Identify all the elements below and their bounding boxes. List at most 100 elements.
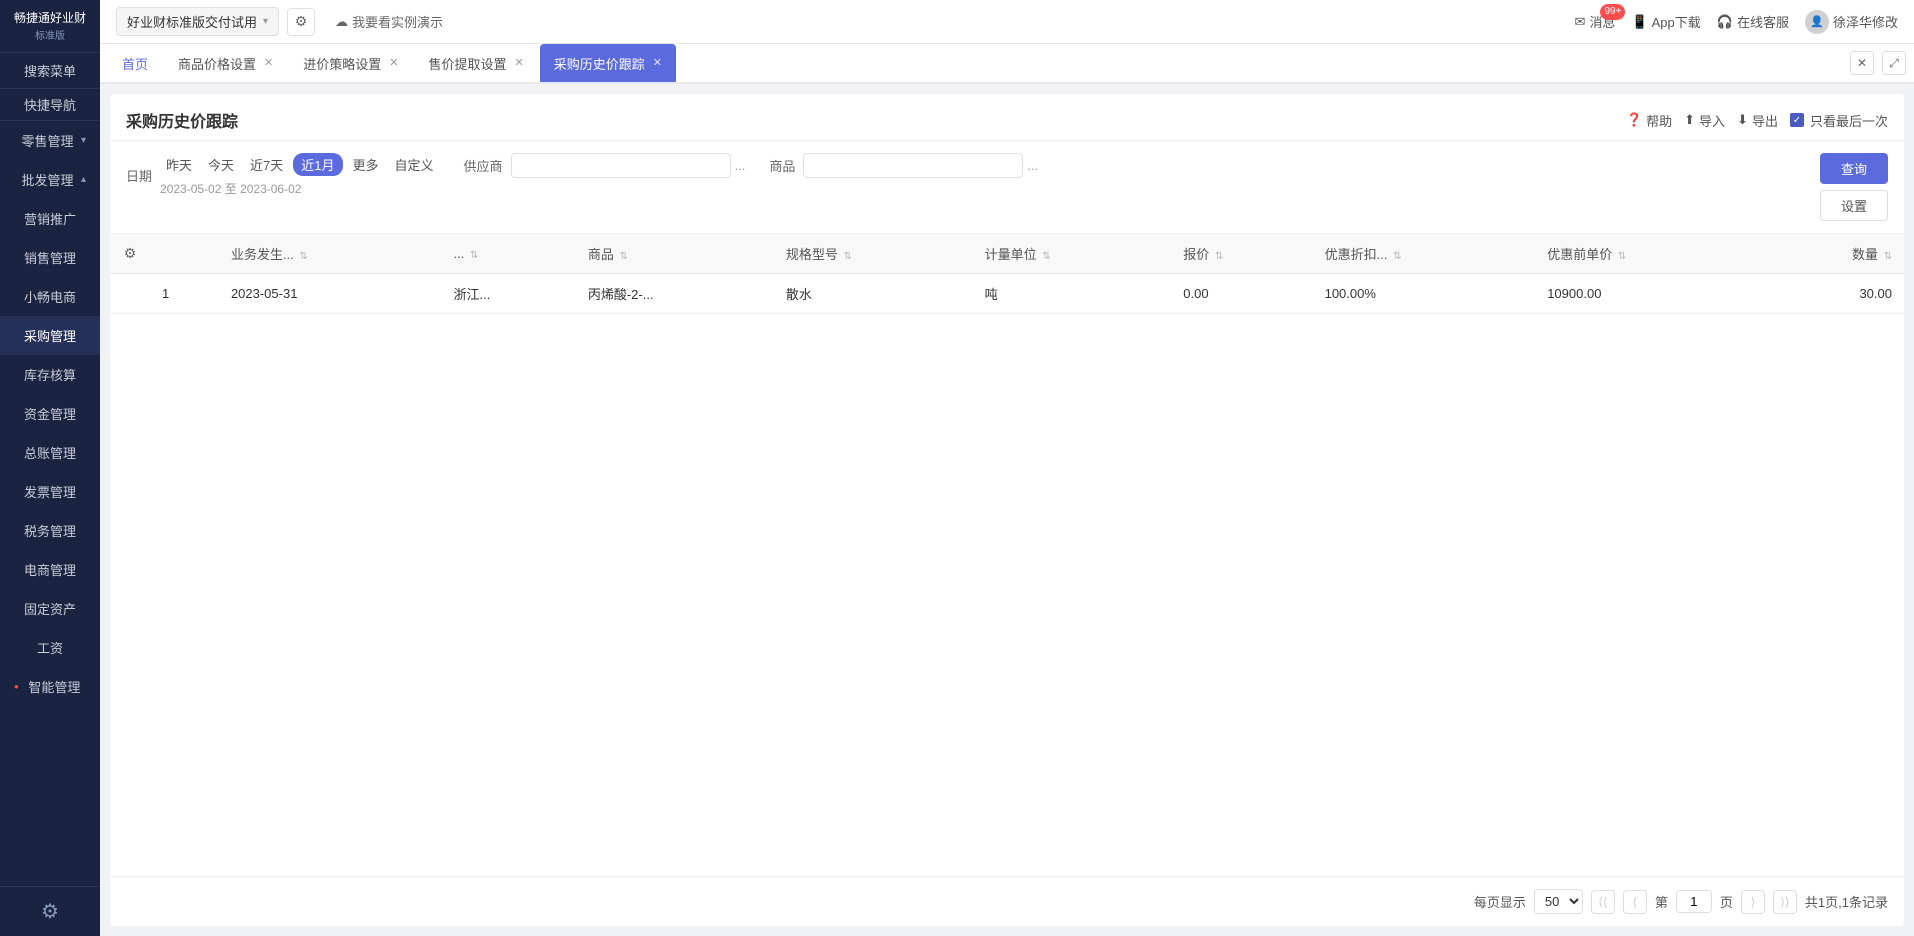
sidebar-item-sales[interactable]: 销售管理 [0, 238, 100, 277]
sort-icon: ⇅ [470, 250, 478, 261]
message-button[interactable]: ✉ 消息 99+ [1575, 12, 1616, 31]
topbar: 好业财标准版交付试用 ▾ ⚙ ☁ 我要看实例演示 ✉ 消息 99+ 📱 App下… [100, 0, 1914, 44]
online-service-button[interactable]: 🎧 在线客服 [1717, 12, 1789, 31]
th-spec[interactable]: 规格型号 ⇅ [774, 234, 973, 274]
demo-link[interactable]: ☁ 我要看实例演示 [335, 12, 443, 31]
page-number-input[interactable] [1676, 890, 1712, 913]
sidebar-search[interactable]: 搜索菜单 [0, 53, 100, 89]
date-option-last7[interactable]: 近7天 [244, 153, 289, 176]
per-page-select[interactable]: 50 [1534, 889, 1583, 914]
first-page-icon: ⟨⟨ [1598, 895, 1607, 909]
per-page-label: 每页显示 [1474, 892, 1526, 911]
sidebar-item-label: 资金管理 [14, 404, 86, 423]
product-input-wrap: ... [803, 153, 1038, 178]
first-page-button[interactable]: ⟨⟨ [1591, 890, 1615, 914]
th-date-label: 业务发生... [231, 247, 294, 262]
th-date[interactable]: 业务发生... ⇅ [219, 234, 442, 274]
sidebar-item-wholesale[interactable]: 批发管理 ▴ [0, 160, 100, 199]
sidebar-item-ecommerce[interactable]: 电商管理 [0, 550, 100, 589]
sidebar-item-retail[interactable]: 零售管理 ▾ [0, 121, 100, 160]
help-label: 帮助 [1646, 111, 1672, 130]
close-icon[interactable]: ✕ [264, 58, 273, 69]
date-option-last1m[interactable]: 近1月 [293, 153, 342, 176]
user-info[interactable]: 👤 徐泽华修改 [1805, 10, 1898, 34]
product-input[interactable] [803, 153, 1023, 178]
tab-home[interactable]: 首页 [108, 44, 162, 82]
supplier-filter-label: 供应商 [464, 156, 503, 175]
prev-page-button[interactable]: ⟨ [1623, 890, 1647, 914]
th-unit[interactable]: 计量单位 ⇅ [973, 234, 1172, 274]
maximize-tab-button[interactable]: ⤢ [1882, 51, 1906, 75]
sort-icon: ⇅ [1393, 251, 1401, 262]
tab-sale-price[interactable]: 售价提取设置 ✕ [414, 44, 537, 82]
tab-product-price[interactable]: 商品价格设置 ✕ [164, 44, 287, 82]
td-unit: 吨 [973, 274, 1172, 314]
sidebar-item-smart[interactable]: ● 智能管理 [0, 667, 100, 706]
settings-button[interactable]: 设置 [1820, 190, 1888, 221]
checkbox-icon: ✓ [1790, 113, 1804, 127]
sidebar-item-purchase[interactable]: 采购管理 [0, 316, 100, 355]
supplier-ellipsis[interactable]: ... [735, 158, 746, 173]
last-page-button[interactable]: ⟩⟩ [1773, 890, 1797, 914]
th-quantity-label: 数量 [1852, 247, 1878, 262]
help-button[interactable]: ❓ 帮助 [1626, 111, 1672, 130]
user-name: 徐泽华修改 [1833, 12, 1898, 31]
th-col3-label: ... [454, 246, 465, 261]
date-option-more[interactable]: 更多 [347, 153, 385, 176]
table-row[interactable]: 1 2023-05-31 浙江... 丙烯酸-2-... 散水 吨 0.00 1… [110, 274, 1904, 314]
sidebar-item-assets[interactable]: 固定资产 [0, 589, 100, 628]
td-price: 0.00 [1171, 274, 1312, 314]
page-label: 第 [1655, 892, 1668, 911]
th-settings[interactable]: ⚙ [110, 234, 150, 274]
settings-icon[interactable]: ⚙ [287, 8, 315, 36]
sidebar-item-invoice[interactable]: 发票管理 [0, 472, 100, 511]
th-price-label: 报价 [1183, 247, 1209, 262]
date-option-yesterday[interactable]: 昨天 [160, 153, 198, 176]
tab-purchase-history-label: 采购历史价跟踪 [554, 54, 645, 73]
th-col3[interactable]: ... ⇅ [442, 234, 576, 274]
sidebar-item-ledger[interactable]: 总账管理 [0, 433, 100, 472]
product-ellipsis[interactable]: ... [1027, 158, 1038, 173]
page-suffix: 页 [1720, 892, 1733, 911]
tab-purchase-history[interactable]: 采购历史价跟踪 ✕ [540, 44, 676, 82]
sidebar-item-label: 小畅电商 [14, 287, 86, 306]
date-option-custom[interactable]: 自定义 [389, 153, 440, 176]
sidebar-item-inventory[interactable]: 库存核算 [0, 355, 100, 394]
sidebar-settings-icon[interactable]: ⚙ [0, 886, 100, 936]
date-option-today[interactable]: 今天 [202, 153, 240, 176]
sidebar-item-marketing[interactable]: 营销推广 [0, 199, 100, 238]
th-product[interactable]: 商品 ⇅ [576, 234, 774, 274]
page-title: 采购历史价跟踪 [126, 108, 238, 132]
sidebar-item-label: 总账管理 [14, 443, 86, 462]
export-button[interactable]: ⬇ 导出 [1737, 111, 1778, 130]
th-price[interactable]: 报价 ⇅ [1171, 234, 1312, 274]
close-tab-button[interactable]: ✕ [1850, 51, 1874, 75]
tab-purchase-strategy[interactable]: 进价策略设置 ✕ [289, 44, 412, 82]
sidebar-item-payroll[interactable]: 工资 [0, 628, 100, 667]
close-icon[interactable]: ✕ [389, 58, 398, 69]
sort-icon: ⇅ [1215, 251, 1223, 262]
query-button[interactable]: 查询 [1820, 153, 1888, 184]
close-icon[interactable]: ✕ [653, 58, 662, 69]
only-last-checkbox[interactable]: ✓ 只看最后一次 [1790, 111, 1888, 130]
sidebar-item-tax[interactable]: 税务管理 [0, 511, 100, 550]
th-discount[interactable]: 优惠折扣... ⇅ [1313, 234, 1536, 274]
supplier-input-wrap: ... [511, 153, 746, 178]
product-selector[interactable]: 好业财标准版交付试用 ▾ [116, 7, 279, 36]
close-icon[interactable]: ✕ [515, 58, 524, 69]
next-page-button[interactable]: ⟩ [1741, 890, 1765, 914]
th-quantity[interactable]: 数量 ⇅ [1763, 234, 1904, 274]
sidebar-item-ecommerce-small[interactable]: 小畅电商 [0, 277, 100, 316]
th-product-label: 商品 [588, 247, 614, 262]
dot-icon: ● [14, 682, 19, 691]
sidebar-item-label: 批发管理 [14, 170, 81, 189]
supplier-input[interactable] [511, 153, 731, 178]
app-download-button[interactable]: 📱 App下载 [1631, 12, 1700, 31]
chevron-down-icon: ▾ [81, 135, 86, 146]
sidebar-item-finance[interactable]: 资金管理 [0, 394, 100, 433]
sidebar-quick-nav[interactable]: 快捷导航 [0, 89, 100, 121]
app-logo-text: 畅捷通好业财 [14, 10, 86, 27]
th-before-discount-price[interactable]: 优惠前单价 ⇅ [1535, 234, 1762, 274]
import-button[interactable]: ⬆ 导入 [1684, 111, 1725, 130]
td-quantity: 30.00 [1763, 274, 1904, 314]
